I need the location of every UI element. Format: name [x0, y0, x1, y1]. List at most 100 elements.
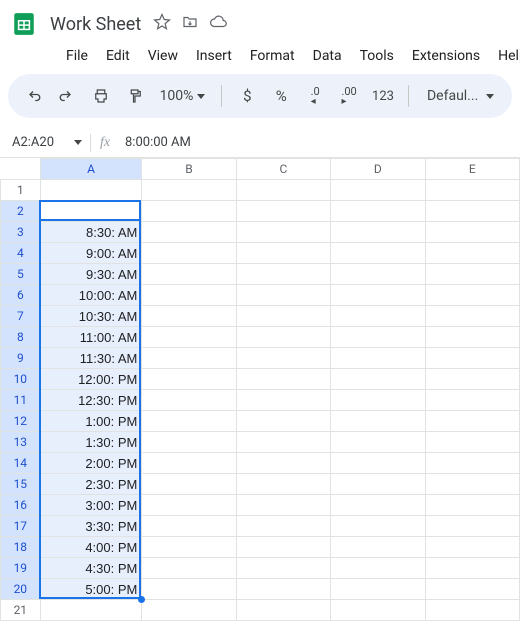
row-header[interactable]: 3 [1, 222, 41, 243]
row-header[interactable]: 21 [1, 600, 41, 621]
cell-C8[interactable] [236, 327, 330, 348]
cell-B12[interactable] [142, 411, 236, 432]
column-header-E[interactable]: E [425, 159, 519, 180]
menu-insert[interactable]: Insert [188, 44, 240, 68]
cell-E11[interactable] [425, 390, 519, 411]
cell-C14[interactable] [236, 453, 330, 474]
row-header[interactable]: 11 [1, 390, 41, 411]
star-icon[interactable] [153, 13, 171, 35]
cell-A15[interactable]: 2:30: PM [40, 474, 142, 495]
zoom-select[interactable]: 100% [154, 88, 212, 104]
column-header-C[interactable]: C [236, 159, 330, 180]
cell-C2[interactable] [236, 201, 330, 222]
cell-C5[interactable] [236, 264, 330, 285]
cell-C1[interactable] [236, 180, 330, 201]
cell-B14[interactable] [142, 453, 236, 474]
increase-decimal-button[interactable]: .00▸ [334, 81, 364, 111]
cell-A21[interactable] [40, 600, 142, 621]
cell-A8[interactable]: 11:00: AM [40, 327, 142, 348]
move-icon[interactable] [181, 13, 199, 35]
cell-E9[interactable] [425, 348, 519, 369]
cell-D17[interactable] [331, 516, 425, 537]
cell-E14[interactable] [425, 453, 519, 474]
row-header[interactable]: 12 [1, 411, 41, 432]
cell-D19[interactable] [331, 558, 425, 579]
cell-A13[interactable]: 1:30: PM [40, 432, 142, 453]
cloud-status-icon[interactable] [209, 13, 227, 35]
cell-E5[interactable] [425, 264, 519, 285]
cell-D14[interactable] [331, 453, 425, 474]
cell-C12[interactable] [236, 411, 330, 432]
name-box[interactable]: A2:A20 [0, 135, 90, 150]
cell-C21[interactable] [236, 600, 330, 621]
cell-C4[interactable] [236, 243, 330, 264]
cell-D18[interactable] [331, 537, 425, 558]
cell-D20[interactable] [331, 579, 425, 600]
menu-format[interactable]: Format [242, 44, 303, 68]
cell-D13[interactable] [331, 432, 425, 453]
row-header[interactable]: 7 [1, 306, 41, 327]
cell-A11[interactable]: 12:30: PM [40, 390, 142, 411]
cell-B19[interactable] [142, 558, 236, 579]
cell-A20[interactable]: 5:00: PM [40, 579, 142, 600]
menu-edit[interactable]: Edit [98, 44, 138, 68]
row-header[interactable]: 4 [1, 243, 41, 264]
cell-C7[interactable] [236, 306, 330, 327]
cell-D15[interactable] [331, 474, 425, 495]
cell-A14[interactable]: 2:00: PM [40, 453, 142, 474]
cell-C15[interactable] [236, 474, 330, 495]
row-header[interactable]: 17 [1, 516, 41, 537]
column-header-D[interactable]: D [331, 159, 425, 180]
cell-C19[interactable] [236, 558, 330, 579]
cell-B10[interactable] [142, 369, 236, 390]
cell-D16[interactable] [331, 495, 425, 516]
cell-B18[interactable] [142, 537, 236, 558]
cell-C3[interactable] [236, 222, 330, 243]
cell-B2[interactable] [142, 201, 236, 222]
row-header[interactable]: 14 [1, 453, 41, 474]
cell-D8[interactable] [331, 327, 425, 348]
cell-B15[interactable] [142, 474, 236, 495]
cell-B17[interactable] [142, 516, 236, 537]
cell-D3[interactable] [331, 222, 425, 243]
cell-D6[interactable] [331, 285, 425, 306]
cell-C10[interactable] [236, 369, 330, 390]
cell-D21[interactable] [331, 600, 425, 621]
cell-C9[interactable] [236, 348, 330, 369]
cell-B4[interactable] [142, 243, 236, 264]
font-select[interactable]: Defaul... [419, 88, 502, 104]
cell-D12[interactable] [331, 411, 425, 432]
menu-tools[interactable]: Tools [352, 44, 402, 68]
select-all-corner[interactable] [1, 159, 41, 180]
cell-A19[interactable]: 4:30: PM [40, 558, 142, 579]
column-header-B[interactable]: B [142, 159, 236, 180]
cell-D7[interactable] [331, 306, 425, 327]
print-button[interactable] [86, 81, 116, 111]
cell-C18[interactable] [236, 537, 330, 558]
cell-A1[interactable] [40, 180, 142, 201]
cell-D1[interactable] [331, 180, 425, 201]
spreadsheet-grid[interactable]: ABCDE128:00: AM38:30: AM49:00: AM59:30: … [0, 158, 520, 621]
cell-D5[interactable] [331, 264, 425, 285]
cell-D11[interactable] [331, 390, 425, 411]
formula-input[interactable]: 8:00:00 AM [119, 135, 520, 150]
cell-C11[interactable] [236, 390, 330, 411]
cell-E20[interactable] [425, 579, 519, 600]
cell-E18[interactable] [425, 537, 519, 558]
menu-help[interactable]: Help [490, 44, 520, 68]
cell-B3[interactable] [142, 222, 236, 243]
sheets-logo[interactable] [10, 6, 38, 42]
cell-B5[interactable] [142, 264, 236, 285]
menu-data[interactable]: Data [305, 44, 350, 68]
cell-A9[interactable]: 11:30: AM [40, 348, 142, 369]
cell-A16[interactable]: 3:00: PM [40, 495, 142, 516]
row-header[interactable]: 16 [1, 495, 41, 516]
menu-view[interactable]: View [140, 44, 186, 68]
row-header[interactable]: 18 [1, 537, 41, 558]
cell-E19[interactable] [425, 558, 519, 579]
cell-B16[interactable] [142, 495, 236, 516]
cell-A7[interactable]: 10:30: AM [40, 306, 142, 327]
row-header[interactable]: 1 [1, 180, 41, 201]
cell-A6[interactable]: 10:00: AM [40, 285, 142, 306]
cell-C17[interactable] [236, 516, 330, 537]
